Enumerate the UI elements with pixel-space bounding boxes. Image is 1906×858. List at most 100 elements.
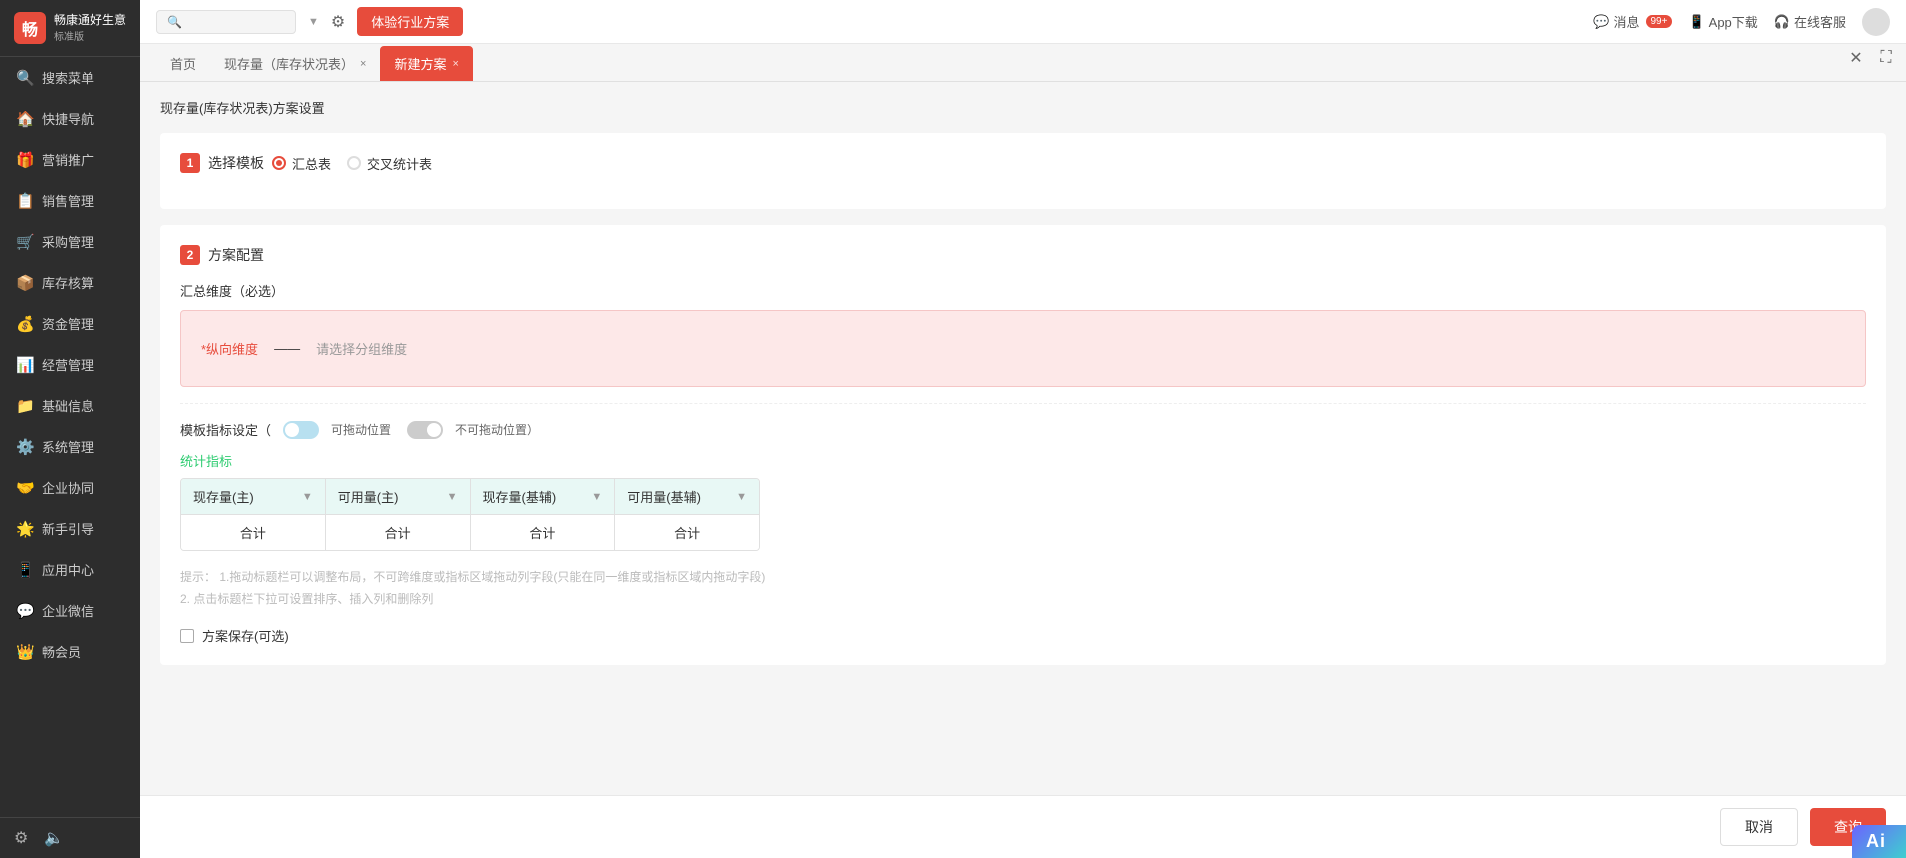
panel-close-icon[interactable]: ✕ [1844,46,1868,70]
cancel-button[interactable]: 取消 [1720,808,1798,846]
topbar: 🔍 ▼ ⚙ 体验行业方案 💬 消息 99+ 📱 App下载 🎧 在线客服 [140,0,1906,44]
online-service-label: 在线客服 [1794,12,1846,31]
tab-inventory-label: 现存量（库存状况表） [224,54,354,73]
topbar-right: 💬 消息 99+ 📱 App下载 🎧 在线客服 [1593,8,1890,36]
stats-cell-1: 合计 [326,515,471,550]
sidebar-label-marketing: 营销推广 [42,150,94,169]
tab-inventory-status[interactable]: 现存量（库存状况表） × [210,46,380,81]
page-title: 现存量(库存状况表)方案设置 [160,98,1886,117]
step1-title: 选择模板 [208,153,264,173]
tab-new-scheme[interactable]: 新建方案 × [380,46,472,81]
sidebar-label-sales: 销售管理 [42,191,94,210]
phone-icon: 📱 [1688,14,1704,30]
app-download-item[interactable]: 📱 App下载 [1688,12,1757,31]
tab-new-scheme-close-icon[interactable]: × [452,58,458,70]
message-badge: 99+ [1646,15,1673,28]
sidebar-label-inventory: 库存核算 [42,273,94,292]
sidebar-item-new-guide[interactable]: 🌟 新手引导 [0,508,140,549]
sidebar-item-app-center[interactable]: 📱 应用中心 [0,549,140,590]
tip-2: 2. 点击标题栏下拉可设置排序、插入列和删除列 [180,589,1866,611]
stats-col-0-chevron[interactable]: ▼ [302,491,313,503]
sidebar-label-system: 系统管理 [42,437,94,456]
sidebar-nav: 🔍 搜索菜单 🏠 快捷导航 🎁 营销推广 📋 销售管理 🛒 采购管理 📦 库存核… [0,57,140,817]
template-indicator-row: 模板指标设定（ 可拖动位置 不可拖动位置） [180,403,1866,439]
home-icon: 🏠 [16,110,34,128]
message-item[interactable]: 💬 消息 99+ [1593,12,1672,31]
dim-placeholder: 请选择分组维度 [316,339,407,358]
purchase-icon: 🛒 [16,233,34,251]
tabbar: 首页 现存量（库存状况表） × 新建方案 × ✕ ⛶ [140,44,1906,82]
step1-header: 1 选择模板 汇总表 交叉统计表 [180,153,1866,173]
save-checkbox[interactable] [180,629,194,643]
sidebar-item-marketing[interactable]: 🎁 营销推广 [0,139,140,180]
topbar-gear-icon[interactable]: ⚙ [331,12,345,32]
sidebar-logo: 畅 畅康通好生意 标准版 [0,0,140,57]
vip-icon: 👑 [16,643,34,661]
topbar-dropdown-icon[interactable]: ▼ [308,16,319,28]
headset-icon: 🎧 [1774,14,1790,30]
settings-footer-icon[interactable]: ⚙ [14,828,28,848]
search-magnifier-icon: 🔍 [167,15,182,29]
stats-col-3: 可用量(基辅) ▼ [615,479,759,514]
radio-summary[interactable]: 汇总表 [272,154,331,173]
radio-cross-circle [347,156,361,170]
toggle-non-draggable[interactable] [407,421,443,439]
sidebar-item-quick-nav[interactable]: 🏠 快捷导航 [0,98,140,139]
wechat-icon: 💬 [16,602,34,620]
radio-cross[interactable]: 交叉统计表 [347,154,432,173]
tab-inventory-close-icon[interactable]: × [360,58,366,70]
sidebar-item-basic-info[interactable]: 📁 基础信息 [0,385,140,426]
sidebar-item-operations[interactable]: 📊 经营管理 [0,344,140,385]
sidebar-item-inventory[interactable]: 📦 库存核算 [0,262,140,303]
app-center-icon: 📱 [16,561,34,579]
sidebar-item-purchase[interactable]: 🛒 采购管理 [0,221,140,262]
sidebar-item-vip[interactable]: 👑 畅会员 [0,631,140,672]
sidebar-item-enterprise-wechat[interactable]: 💬 企业微信 [0,590,140,631]
sidebar-item-finance[interactable]: 💰 资金管理 [0,303,140,344]
stats-col-3-chevron[interactable]: ▼ [736,491,747,503]
save-row: 方案保存(可选) [180,626,1866,645]
stats-col-2-chevron[interactable]: ▼ [591,491,602,503]
message-label: 消息 [1613,12,1639,31]
ai-float-button[interactable]: Ai [1852,825,1906,858]
sidebar-label-vip: 畅会员 [42,642,81,661]
app-download-label: App下载 [1709,12,1758,31]
content-area: 现存量(库存状况表)方案设置 1 选择模板 汇总表 交叉统计表 [140,82,1906,795]
main-area: 🔍 ▼ ⚙ 体验行业方案 💬 消息 99+ 📱 App下载 🎧 在线客服 [140,0,1906,858]
stats-col-1-chevron[interactable]: ▼ [447,491,458,503]
radio-cross-label: 交叉统计表 [367,154,432,173]
volume-footer-icon[interactable]: 🔈 [44,828,64,848]
trial-btn[interactable]: 体验行业方案 [357,7,463,36]
sidebar-label-operations: 经营管理 [42,355,94,374]
stats-col-2: 现存量(基辅) ▼ [471,479,616,514]
online-service-item[interactable]: 🎧 在线客服 [1774,12,1846,31]
step1-section: 1 选择模板 汇总表 交叉统计表 [160,133,1886,209]
basic-info-icon: 📁 [16,397,34,415]
sidebar-label-purchase: 采购管理 [42,232,94,251]
stats-cell-3: 合计 [615,515,759,550]
sidebar-item-cooperation[interactable]: 🤝 企业协同 [0,467,140,508]
sidebar-item-search-menu[interactable]: 🔍 搜索菜单 [0,57,140,98]
panel-expand-icon[interactable]: ⛶ [1874,46,1898,70]
step2-badge: 2 [180,245,200,265]
message-icon: 💬 [1593,14,1609,30]
search-input[interactable] [188,15,285,29]
user-avatar[interactable] [1862,8,1890,36]
step2-header: 2 方案配置 [180,245,1866,265]
system-icon: ⚙️ [16,438,34,456]
tab-home[interactable]: 首页 [156,46,210,81]
dim-box: *纵向维度 —— 请选择分组维度 [180,310,1866,387]
toggle-draggable[interactable] [283,421,319,439]
stats-table-header: 现存量(主) ▼ 可用量(主) ▼ 现存量(基辅) ▼ 可用量(基辅) ▼ [181,479,759,514]
search-bar[interactable]: 🔍 [156,10,296,34]
sidebar-label-basic-info: 基础信息 [42,396,94,415]
dim-label: 汇总维度（必选） [180,281,1866,300]
template-radio-group: 汇总表 交叉统计表 [272,154,1866,173]
dim-required-label: *纵向维度 [201,339,258,358]
operations-icon: 📊 [16,356,34,374]
sidebar-item-sales[interactable]: 📋 销售管理 [0,180,140,221]
sidebar-item-system[interactable]: ⚙️ 系统管理 [0,426,140,467]
sidebar-footer: ⚙ 🔈 [0,817,140,858]
app-name-block: 畅康通好生意 标准版 [54,13,126,44]
save-label: 方案保存(可选) [202,626,289,645]
